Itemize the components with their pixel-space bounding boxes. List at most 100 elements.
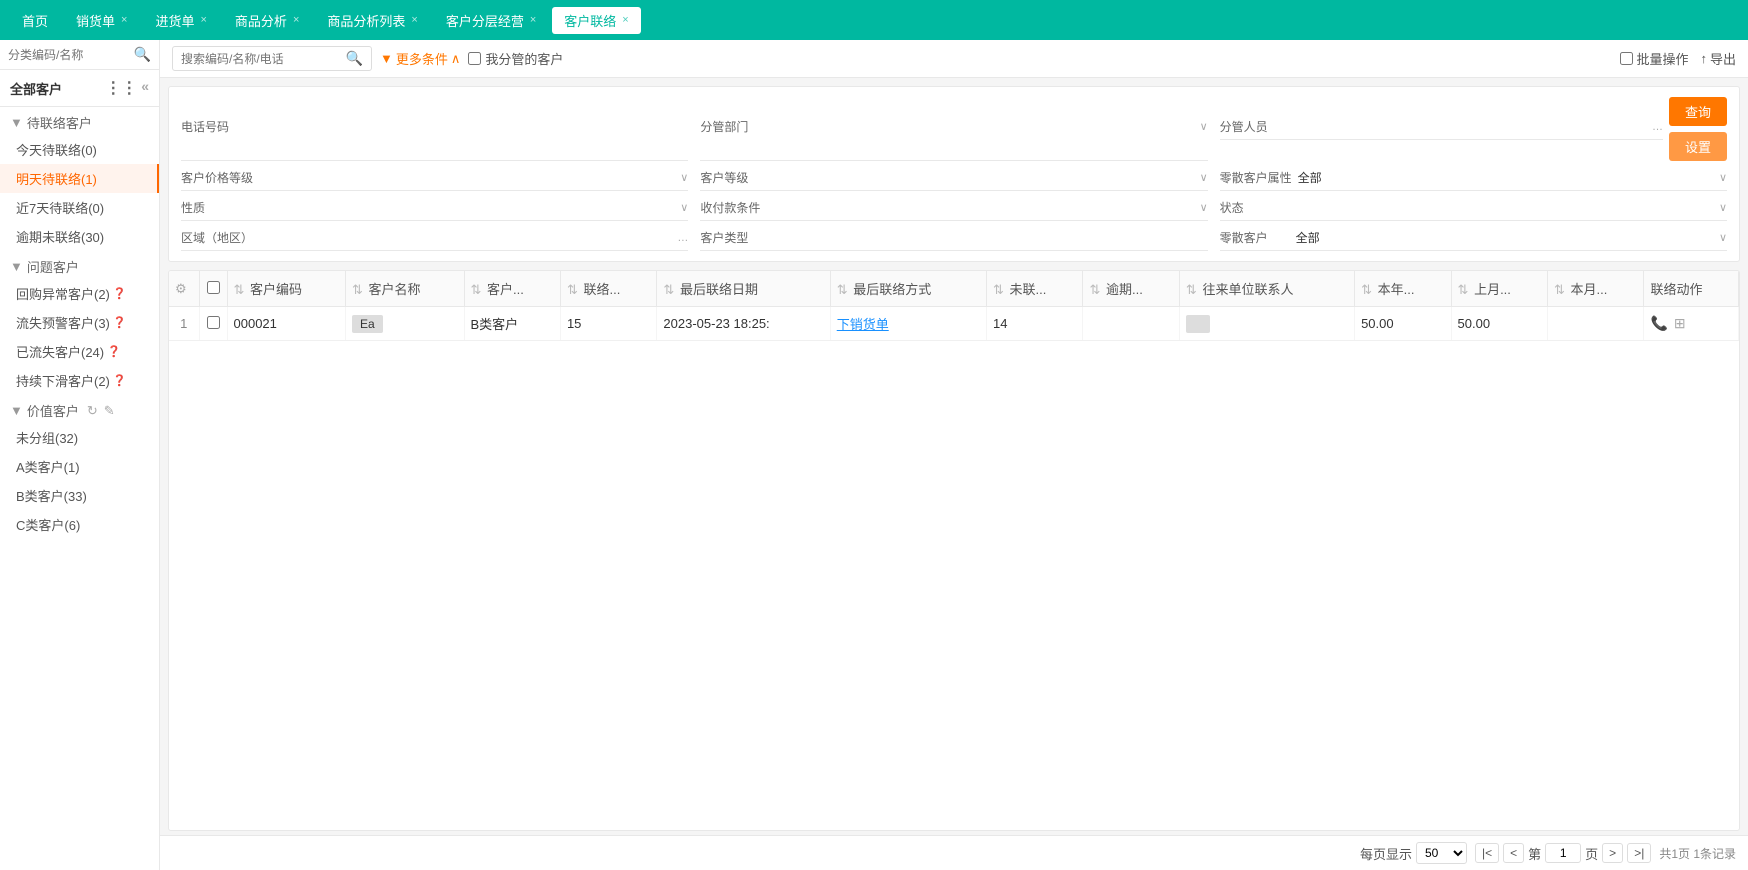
filter-customer-type: 客户类型 xyxy=(700,229,1207,251)
page-size-select[interactable]: 50 100 200 xyxy=(1416,842,1467,864)
more-conditions-btn[interactable]: ▼ 更多条件 ∧ xyxy=(380,49,460,68)
filter-area: 区域（地区） … xyxy=(181,229,688,251)
th-uncontacted: ⇅ 未联... xyxy=(987,271,1083,307)
sidebar-item-churned[interactable]: 已流失客户(24) ❓ xyxy=(0,337,159,366)
triangle-icon: ▼ xyxy=(10,115,23,130)
nav-customer-contact[interactable]: 客户联络 × xyxy=(552,7,640,34)
batch-op-btn[interactable]: 批量操作 xyxy=(1620,49,1688,68)
row-this-year: 50.00 xyxy=(1355,307,1451,341)
sidebar-collapse-icon[interactable]: « xyxy=(141,78,149,98)
sort-icon-this-year[interactable]: ⇅ xyxy=(1361,282,1372,297)
sidebar-search-input[interactable] xyxy=(8,48,130,62)
row-last-method: 下销货单 xyxy=(830,307,986,341)
sidebar-item-declining[interactable]: 持续下滑客户(2) ❓ xyxy=(0,366,159,395)
main-layout: 🔍 全部客户 ⋮⋮ « ▼ 待联络客户 今天待联络(0) 明天待联络(1) 近7… xyxy=(0,40,1748,870)
select-all-checkbox[interactable] xyxy=(207,281,220,294)
reset-button[interactable]: 设置 xyxy=(1669,132,1727,161)
prev-page-btn[interactable]: < xyxy=(1503,843,1524,863)
th-company-contact: ⇅ 往来单位联系人 xyxy=(1179,271,1354,307)
sidebar-item-repurchase-abnormal[interactable]: 回购异常客户(2) ❓ xyxy=(0,279,159,308)
retail-customer-arrow-icon[interactable]: ∨ xyxy=(1719,231,1727,244)
close-product-analysis-icon[interactable]: × xyxy=(293,14,299,26)
search-input[interactable] xyxy=(181,52,342,66)
my-customers-checkbox-wrap[interactable]: 我分管的客户 xyxy=(468,49,563,68)
retail-attr-arrow-icon[interactable]: ∨ xyxy=(1719,171,1727,184)
nav-home[interactable]: 首页 xyxy=(10,7,60,34)
nav-purchase-order[interactable]: 进货单 × xyxy=(143,7,218,34)
sort-icon-uncontacted[interactable]: ⇅ xyxy=(993,282,1004,297)
export-btn[interactable]: ↑ 导出 xyxy=(1700,49,1736,68)
th-name: ⇅ 客户名称 xyxy=(346,271,465,307)
customers-table: ⚙ ⇅ 客户编码 ⇅ 客户名称 xyxy=(169,271,1739,341)
sidebar-search-wrap: 🔍 xyxy=(0,40,159,70)
price-level-arrow-icon[interactable]: ∨ xyxy=(680,171,688,184)
sidebar: 🔍 全部客户 ⋮⋮ « ▼ 待联络客户 今天待联络(0) 明天待联络(1) 近7… xyxy=(0,40,160,870)
grid-icon[interactable]: ⊞ xyxy=(1674,315,1686,332)
export-icon: ↑ xyxy=(1700,51,1707,66)
nav-customer-layered[interactable]: 客户分层经营 × xyxy=(434,7,548,34)
sidebar-item-overdue[interactable]: 逾期未联络(30) xyxy=(0,222,159,251)
status-arrow-icon[interactable]: ∨ xyxy=(1719,201,1727,214)
nav-product-analysis[interactable]: 商品分析 × xyxy=(223,7,311,34)
person-dots-icon[interactable]: … xyxy=(1652,121,1663,133)
filter-icon: ▼ xyxy=(380,51,393,66)
payment-arrow-icon[interactable]: ∨ xyxy=(1200,201,1208,214)
dept-arrow-icon[interactable]: ∨ xyxy=(1200,120,1208,133)
row-name: Ea xyxy=(346,307,465,341)
close-product-analysis-list-icon[interactable]: × xyxy=(411,14,417,26)
search-icon[interactable]: 🔍 xyxy=(346,50,363,67)
sidebar-all-customers[interactable]: 全部客户 ⋮⋮ « xyxy=(0,70,159,107)
sort-icon-this-month[interactable]: ⇅ xyxy=(1554,282,1565,297)
batch-op-checkbox[interactable] xyxy=(1620,52,1633,65)
sidebar-item-class-c[interactable]: C类客户(6) xyxy=(0,510,159,539)
row-this-month xyxy=(1547,307,1643,341)
sidebar-item-7days[interactable]: 近7天待联络(0) xyxy=(0,193,159,222)
filter-customer-level: 客户等级 ∨ xyxy=(700,169,1207,191)
last-page-btn[interactable]: >| xyxy=(1627,843,1651,863)
edit-icon[interactable]: ✎ xyxy=(104,403,115,419)
my-customers-checkbox[interactable] xyxy=(468,52,481,65)
table-wrap: ⚙ ⇅ 客户编码 ⇅ 客户名称 xyxy=(168,270,1740,831)
nature-arrow-icon[interactable]: ∨ xyxy=(680,201,688,214)
sidebar-search-icon[interactable]: 🔍 xyxy=(134,46,151,63)
nav-sales-order[interactable]: 销货单 × xyxy=(64,7,139,34)
sort-icon-last-date[interactable]: ⇅ xyxy=(663,282,674,297)
sidebar-item-tomorrow[interactable]: 明天待联络(1) xyxy=(0,164,159,193)
row-checkbox[interactable] xyxy=(207,316,220,329)
area-dots-icon[interactable]: … xyxy=(677,232,688,244)
first-page-btn[interactable]: |< xyxy=(1475,843,1499,863)
sidebar-all-dots-icon[interactable]: ⋮⋮ xyxy=(105,78,137,98)
nav-product-analysis-list[interactable]: 商品分析列表 × xyxy=(315,7,429,34)
sidebar-item-class-b[interactable]: B类客户(33) xyxy=(0,481,159,510)
page-size-wrap: 每页显示 50 100 200 xyxy=(1360,842,1467,864)
filter-nature: 性质 ∨ xyxy=(181,199,688,221)
close-sales-order-icon[interactable]: × xyxy=(121,14,127,26)
sort-icon-last-month[interactable]: ⇅ xyxy=(1458,282,1469,297)
th-last-month: ⇅ 上月... xyxy=(1451,271,1547,307)
grid-settings-icon[interactable]: ⚙ xyxy=(175,281,187,296)
sidebar-item-today[interactable]: 今天待联络(0) xyxy=(0,135,159,164)
sort-icon-contact-count[interactable]: ⇅ xyxy=(567,282,578,297)
query-button[interactable]: 查询 xyxy=(1669,97,1727,126)
sort-icon-last-method[interactable]: ⇅ xyxy=(837,282,848,297)
close-customer-layered-icon[interactable]: × xyxy=(530,14,536,26)
close-customer-contact-icon[interactable]: × xyxy=(622,14,628,26)
sort-icon-overdue[interactable]: ⇅ xyxy=(1089,282,1100,297)
call-icon[interactable]: 📞 xyxy=(1650,315,1667,332)
sidebar-item-churn-warning[interactable]: 流失预警客户(3) ❓ xyxy=(0,308,159,337)
page-input[interactable] xyxy=(1545,843,1581,863)
sort-icon-name[interactable]: ⇅ xyxy=(352,282,363,297)
sidebar-item-ungrouped[interactable]: 未分组(32) xyxy=(0,423,159,452)
total-info: 共1页 1条记录 xyxy=(1659,845,1736,862)
triangle-icon-3: ▼ xyxy=(10,403,23,418)
filter-dept: 分管部门 ∨ xyxy=(700,97,1207,161)
next-page-btn[interactable]: > xyxy=(1602,843,1623,863)
sidebar-item-class-a[interactable]: A类客户(1) xyxy=(0,452,159,481)
refresh-icon[interactable]: ↻ xyxy=(87,403,98,419)
sort-icon-code[interactable]: ⇅ xyxy=(234,282,245,297)
close-purchase-order-icon[interactable]: × xyxy=(200,14,206,26)
customer-level-arrow-icon[interactable]: ∨ xyxy=(1200,171,1208,184)
sort-icon-company-contact[interactable]: ⇅ xyxy=(1186,282,1197,297)
last-method-link[interactable]: 下销货单 xyxy=(837,317,889,332)
sort-icon-type[interactable]: ⇅ xyxy=(471,282,482,297)
